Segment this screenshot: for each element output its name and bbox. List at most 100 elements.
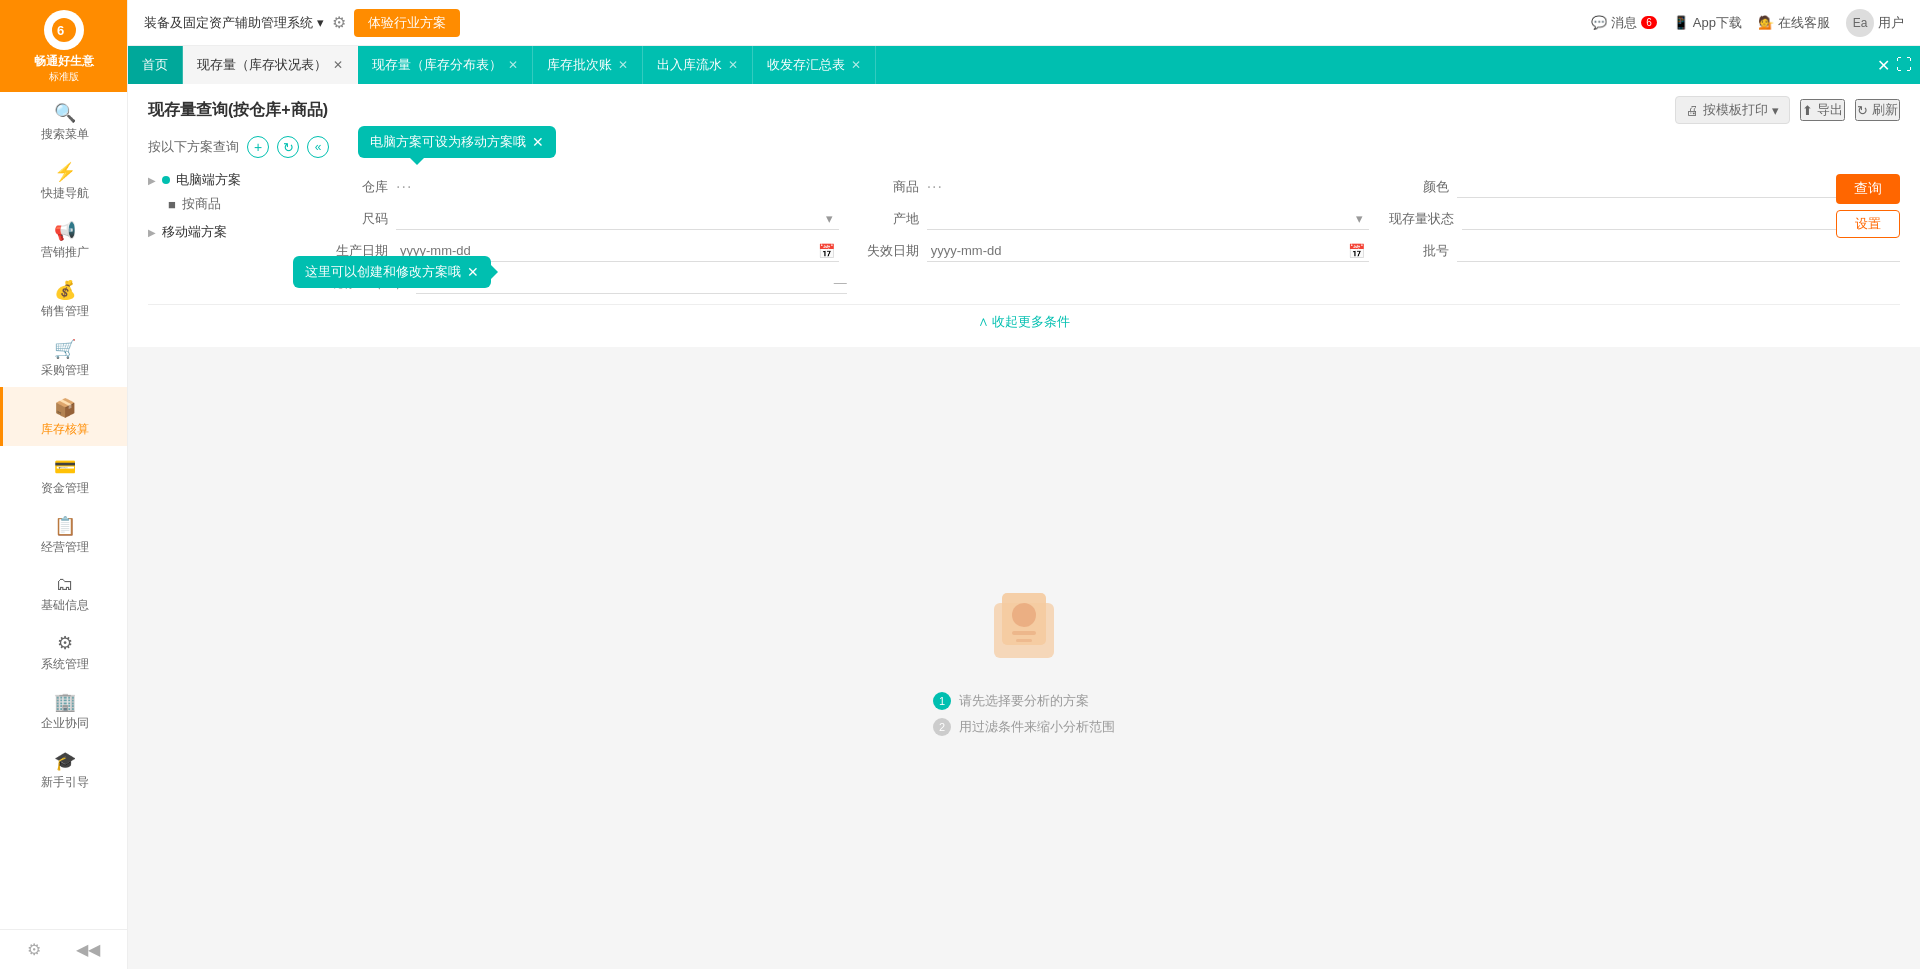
tab-receipt-summary[interactable]: 收发存汇总表 ✕ bbox=[753, 46, 876, 84]
close-tooltip2-btn[interactable]: ✕ bbox=[467, 264, 479, 280]
chevron-down-icon: ▾ bbox=[317, 15, 324, 30]
close-receipt-summary-tab[interactable]: ✕ bbox=[851, 58, 861, 72]
sidebar-item-inventory[interactable]: 📦 库存核算 bbox=[0, 387, 127, 446]
sidebar-item-search[interactable]: 🔍 搜索菜单 bbox=[0, 92, 127, 151]
color-select[interactable]: ▾ bbox=[1457, 176, 1900, 198]
calendar-icon-expire[interactable]: 📅 bbox=[1344, 243, 1369, 259]
empty-step-1: 1 请先选择要分析的方案 bbox=[933, 692, 1115, 710]
expire-date-label: 失效日期 bbox=[859, 242, 919, 260]
desktop-scheme-sub: ■ 按商品 bbox=[148, 192, 308, 216]
filter-row-3: 生产日期 📅 失效日期 📅 bbox=[328, 240, 1900, 262]
topbar-left: 装备及固定资产辅助管理系统 ▾ ⚙ 体验行业方案 bbox=[144, 9, 460, 37]
close-tooltip1-btn[interactable]: ✕ bbox=[532, 134, 544, 150]
close-inventory-status-tab[interactable]: ✕ bbox=[333, 58, 343, 72]
online-service-btn[interactable]: 💁 在线客服 bbox=[1758, 14, 1830, 32]
tab-inout-flow[interactable]: 出入库流水 ✕ bbox=[643, 46, 753, 84]
sidebar-item-purchase[interactable]: 🛒 采购管理 bbox=[0, 328, 127, 387]
sidebar-item-guide[interactable]: 🎓 新手引导 bbox=[0, 740, 127, 799]
search-btn-area: 查询 设置 bbox=[1836, 174, 1900, 238]
solution-btn[interactable]: 体验行业方案 bbox=[354, 9, 460, 37]
search-icon: 🔍 bbox=[54, 102, 76, 124]
refresh-scheme-btn[interactable]: ↻ bbox=[277, 136, 299, 158]
close-all-tabs-icon[interactable]: ✕ bbox=[1877, 56, 1890, 75]
message-btn[interactable]: 💬 消息 6 bbox=[1591, 14, 1657, 32]
sidebar-item-system[interactable]: ⚙ 系统管理 bbox=[0, 622, 127, 681]
step-1-num: 1 bbox=[933, 692, 951, 710]
add-scheme-btn[interactable]: + bbox=[247, 136, 269, 158]
sidebar-settings-btn[interactable]: ⚙ bbox=[27, 940, 41, 959]
color-label: 颜色 bbox=[1389, 178, 1449, 196]
batch-no-label: 批号 bbox=[1389, 242, 1449, 260]
desktop-scheme-item[interactable]: ▶ 电脑端方案 bbox=[148, 168, 308, 192]
topbar-right: 💬 消息 6 📱 App下载 💁 在线客服 Ea 用户 bbox=[1591, 9, 1904, 37]
stock-status-label: 现存量状态 bbox=[1389, 210, 1454, 228]
mobile-scheme-item[interactable]: ▶ 移动端方案 bbox=[148, 220, 308, 244]
expand-arrow-icon: ▶ bbox=[148, 175, 156, 186]
collapse-filter-btn[interactable]: ∧ 收起更多条件 bbox=[148, 304, 1900, 339]
sidebar-label-operation: 经营管理 bbox=[41, 539, 89, 556]
sidebar-label-purchase: 采购管理 bbox=[41, 362, 89, 379]
export-btn[interactable]: ⬆ 导出 bbox=[1800, 99, 1845, 121]
empty-step-2: 2 用过滤条件来缩小分析范围 bbox=[933, 718, 1115, 736]
sidebar-item-sales[interactable]: 💰 销售管理 bbox=[0, 269, 127, 328]
warehouse-label: 仓库 bbox=[328, 178, 388, 196]
home-tab-label: 首页 bbox=[142, 56, 168, 74]
close-inout-flow-tab[interactable]: ✕ bbox=[728, 58, 738, 72]
system-title-select[interactable]: 装备及固定资产辅助管理系统 ▾ bbox=[144, 14, 324, 32]
close-inventory-dist-tab[interactable]: ✕ bbox=[508, 58, 518, 72]
batch-no-input[interactable] bbox=[1457, 240, 1900, 262]
warehouse-dots[interactable]: ··· bbox=[396, 178, 412, 196]
sidebar-label-guide: 新手引导 bbox=[41, 774, 89, 791]
tab-inventory-status[interactable]: 现存量（库存状况表） ✕ bbox=[183, 46, 358, 84]
size-select[interactable]: ▾ bbox=[396, 208, 839, 230]
template-print-btn[interactable]: 🖨 按模板打印 ▾ bbox=[1675, 96, 1790, 124]
calendar-icon-produce[interactable]: 📅 bbox=[814, 243, 839, 259]
printer-icon: 🖨 bbox=[1686, 103, 1699, 118]
sidebar-item-basic[interactable]: 🗂 基础信息 bbox=[0, 564, 127, 622]
sidebar: 6 畅通好生意 标准版 🔍 搜索菜单 ⚡ 快捷导航 📢 营销推广 💰 销售管理 … bbox=[0, 0, 128, 969]
maximize-icon[interactable]: ⛶ bbox=[1896, 56, 1912, 74]
sidebar-item-asset[interactable]: 💳 资金管理 bbox=[0, 446, 127, 505]
sidebar-collapse-btn[interactable]: ◀◀ bbox=[76, 940, 100, 959]
message-label: 消息 bbox=[1611, 14, 1637, 32]
sidebar-item-enterprise[interactable]: 🏢 企业协同 bbox=[0, 681, 127, 740]
tab-inventory-batch[interactable]: 库存批次账 ✕ bbox=[533, 46, 643, 84]
goods-dots[interactable]: ··· bbox=[927, 178, 943, 196]
close-inventory-batch-tab[interactable]: ✕ bbox=[618, 58, 628, 72]
inventory-batch-tab-label: 库存批次账 bbox=[547, 56, 612, 74]
stock-status-select[interactable]: ▾ bbox=[1462, 208, 1900, 230]
app-download-btn[interactable]: 📱 App下载 bbox=[1673, 14, 1742, 32]
search-btn[interactable]: 查询 bbox=[1836, 174, 1900, 204]
empty-steps-list: 1 请先选择要分析的方案 2 用过滤条件来缩小分析范围 bbox=[933, 692, 1115, 744]
filter-fields: 仓库 ··· 商品 ··· 颜色 ▾ bbox=[328, 168, 1900, 294]
expire-date-input[interactable] bbox=[927, 240, 1345, 261]
set-btn[interactable]: 设置 bbox=[1836, 210, 1900, 238]
operation-icon: 📋 bbox=[54, 515, 76, 537]
message-icon: 💬 bbox=[1591, 15, 1607, 30]
tooltip-scheme: 电脑方案可设为移动方案哦 ✕ .tooltip-arrow-bottom::af… bbox=[358, 126, 556, 158]
settings-gear-icon[interactable]: ⚙ bbox=[332, 13, 346, 32]
range-separator: — bbox=[834, 275, 847, 290]
user-btn[interactable]: Ea 用户 bbox=[1846, 9, 1904, 37]
tab-home[interactable]: 首页 bbox=[128, 46, 183, 84]
size-chevron-icon: ▾ bbox=[826, 211, 833, 226]
back-btn[interactable]: « bbox=[307, 136, 329, 158]
sales-icon: 💰 bbox=[54, 279, 76, 301]
export-icon: ⬆ bbox=[1802, 103, 1813, 118]
page-content: 现存量查询(按仓库+商品) 🖨 按模板打印 ▾ ⬆ 导出 ↻ 刷新 bbox=[128, 84, 1920, 969]
tab-inventory-dist[interactable]: 现存量（库存分布表） ✕ bbox=[358, 46, 533, 84]
service-icon: 💁 bbox=[1758, 15, 1774, 30]
mobile-icon: 📱 bbox=[1673, 15, 1689, 30]
sidebar-item-quicknav[interactable]: ⚡ 快捷导航 bbox=[0, 151, 127, 210]
sidebar-label-system: 系统管理 bbox=[41, 656, 89, 673]
origin-select[interactable]: ▾ bbox=[927, 208, 1370, 230]
step-2-num: 2 bbox=[933, 718, 951, 736]
sidebar-item-marketing[interactable]: 📢 营销推广 bbox=[0, 210, 127, 269]
refresh-btn[interactable]: ↻ 刷新 bbox=[1855, 99, 1900, 121]
origin-label: 产地 bbox=[859, 210, 919, 228]
collapse-label: 收起更多条件 bbox=[992, 314, 1070, 329]
logo-icon: 6 bbox=[44, 10, 84, 50]
basic-icon: 🗂 bbox=[56, 574, 74, 595]
desktop-sub-item[interactable]: ■ 按商品 bbox=[168, 192, 308, 216]
sidebar-item-operation[interactable]: 📋 经营管理 bbox=[0, 505, 127, 564]
